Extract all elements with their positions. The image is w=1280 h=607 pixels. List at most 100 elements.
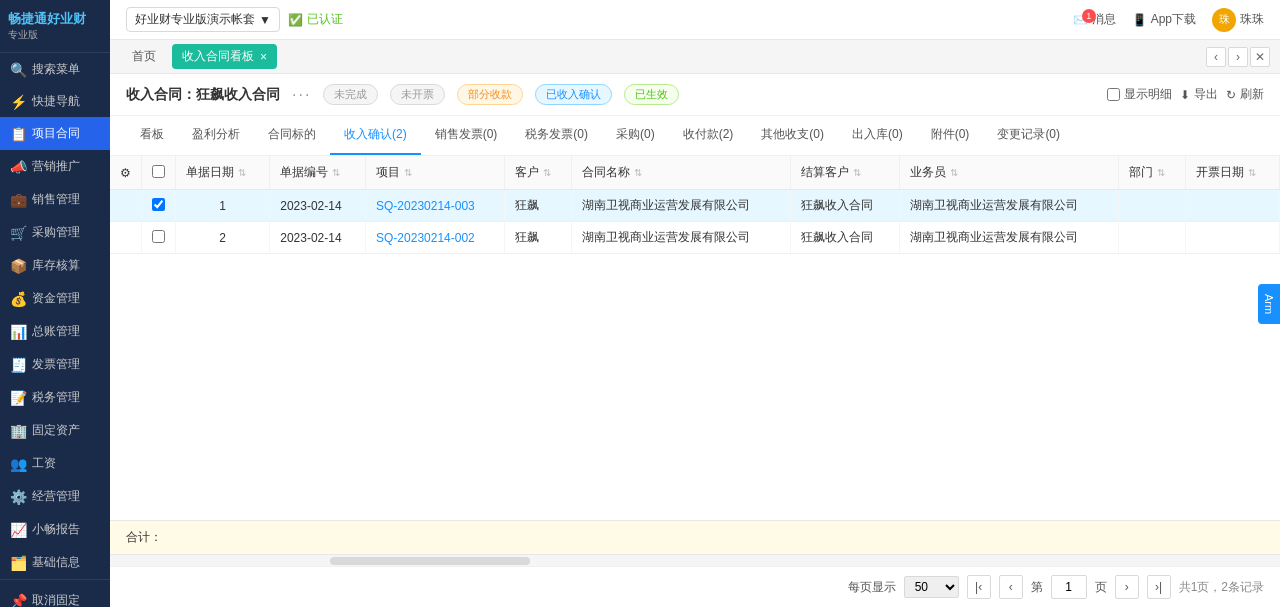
sub-tab-7[interactable]: 收付款(2) (669, 116, 748, 155)
status-partial[interactable]: 部分收款 (457, 84, 523, 105)
show-detail-check[interactable] (1107, 88, 1120, 101)
sidebar-item-inventory[interactable]: 📦 库存核算 (0, 249, 110, 282)
nav-arrow-right[interactable]: › (1228, 47, 1248, 67)
sidebar-item-accounting[interactable]: 📊 总账管理 (0, 315, 110, 348)
status-uninvoiced[interactable]: 未开票 (390, 84, 445, 105)
topbar: 好业财专业版演示帐套 ▼ ✅ 已认证 ✉️ 1 消息 📱 App下载 珠 珠珠 (110, 0, 1280, 40)
sub-tab-8[interactable]: 其他收支(0) (747, 116, 838, 155)
sidebar-item-basic[interactable]: 🗂️ 基础信息 (0, 546, 110, 579)
show-detail-checkbox[interactable]: 显示明细 (1107, 86, 1172, 103)
col-date[interactable]: 单据日期⇅ (176, 156, 270, 190)
sidebar-search[interactable]: 🔍 搜索菜单 (0, 53, 110, 86)
message-action[interactable]: ✉️ 1 消息 (1073, 11, 1116, 28)
row-project: 狂飙 (505, 190, 571, 222)
sidebar-item-reports[interactable]: 📈 小畅报告 (0, 513, 110, 546)
col-dept[interactable]: 部门⇅ (1119, 156, 1185, 190)
pin-label: 取消固定 (32, 592, 80, 607)
row-customer: 湖南卫视商业运营发展有限公司 (571, 190, 791, 222)
nav-arrow-close[interactable]: ✕ (1250, 47, 1270, 67)
sidebar-item-sales[interactable]: 💼 销售管理 (0, 183, 110, 216)
sub-tab-5[interactable]: 税务发票(0) (511, 116, 602, 155)
sub-tab-2[interactable]: 合同标的 (254, 116, 330, 155)
right-float-btn[interactable]: Arm (1258, 283, 1280, 323)
col-invoice-date[interactable]: 开票日期⇅ (1185, 156, 1279, 190)
select-all-checkbox[interactable] (152, 165, 165, 178)
contract-title: 收入合同：狂飙收入合同 (126, 86, 280, 104)
sidebar-bottom-item[interactable]: 📌 取消固定 (0, 586, 110, 607)
table-row[interactable]: 1 2023-02-14 SQ-20230214-003 狂飙 湖南卫视商业运营… (110, 190, 1280, 222)
page-last-btn[interactable]: ›| (1147, 575, 1171, 599)
col-check (142, 156, 176, 190)
row-check[interactable] (152, 230, 165, 243)
status-incomplete[interactable]: 未完成 (323, 84, 378, 105)
tab-home[interactable]: 首页 (120, 42, 168, 71)
sidebar-item-purchase[interactable]: 🛒 采购管理 (0, 216, 110, 249)
page-prev-btn[interactable]: ‹ (999, 575, 1023, 599)
tab-active[interactable]: 收入合同看板 × (172, 44, 277, 69)
tax-icon: 📝 (10, 390, 26, 406)
sidebar-item-tax[interactable]: 📝 税务管理 (0, 381, 110, 414)
row-checkbox[interactable] (142, 222, 176, 254)
sub-tab-11[interactable]: 变更记录(0) (983, 116, 1074, 155)
refresh-btn[interactable]: ↻ 刷新 (1226, 86, 1264, 103)
tax-label: 税务管理 (32, 389, 80, 406)
sidebar-logo: 畅捷通好业财 专业版 (0, 0, 110, 53)
sub-tab-1[interactable]: 盈利分析 (178, 116, 254, 155)
scrollbar-thumb[interactable] (330, 557, 530, 565)
scrollbar-area[interactable] (110, 554, 1280, 566)
status-effective[interactable]: 已生效 (624, 84, 679, 105)
certified-badge: ✅ 已认证 (288, 11, 343, 28)
export-btn[interactable]: ⬇ 导出 (1180, 86, 1218, 103)
invoices-label: 发票管理 (32, 356, 80, 373)
sidebar-item-marketing[interactable]: 📣 营销推广 (0, 150, 110, 183)
col-gear: ⚙ (110, 156, 142, 190)
row-date: 2023-02-14 (270, 222, 366, 254)
status-confirmed[interactable]: 已收入确认 (535, 84, 612, 105)
user-action[interactable]: 珠 珠珠 (1212, 8, 1264, 32)
sub-tab-10[interactable]: 附件(0) (917, 116, 984, 155)
tab-close-icon[interactable]: × (260, 50, 267, 64)
sub-tab-0[interactable]: 看板 (126, 116, 178, 155)
tab-active-label: 收入合同看板 (182, 48, 254, 65)
row-checkbox[interactable] (142, 190, 176, 222)
col-billno[interactable]: 单据编号⇅ (270, 156, 366, 190)
sidebar-item-assets[interactable]: 🏢 固定资产 (0, 414, 110, 447)
per-page-select[interactable]: 50 100 200 (904, 576, 959, 598)
assets-icon: 🏢 (10, 423, 26, 439)
contract-actions: 显示明细 ⬇ 导出 ↻ 刷新 (1107, 86, 1264, 103)
col-settle[interactable]: 结算客户⇅ (791, 156, 899, 190)
sidebar-quick-nav[interactable]: ⚡ 快捷导航 (0, 86, 110, 117)
sort-settle-icon: ⇅ (853, 167, 861, 178)
col-customer[interactable]: 客户⇅ (505, 156, 571, 190)
col-project[interactable]: 项目⇅ (366, 156, 505, 190)
total-label: 合计： (126, 529, 162, 546)
col-salesperson[interactable]: 业务员⇅ (899, 156, 1119, 190)
sub-tab-9[interactable]: 出入库(0) (838, 116, 917, 155)
row-check[interactable] (152, 198, 165, 211)
nav-arrow-left[interactable]: ‹ (1206, 47, 1226, 67)
sub-tab-4[interactable]: 销售发票(0) (421, 116, 512, 155)
sub-tab-3[interactable]: 收入确认(2) (330, 116, 421, 155)
sidebar-item-hr[interactable]: 👥 工资 (0, 447, 110, 480)
row-billno[interactable]: SQ-20230214-002 (366, 222, 505, 254)
row-billno[interactable]: SQ-20230214-003 (366, 190, 505, 222)
export-icon: ⬇ (1180, 88, 1190, 102)
bill-link[interactable]: SQ-20230214-002 (376, 231, 475, 245)
app-download-action[interactable]: 📱 App下载 (1132, 11, 1196, 28)
bill-link[interactable]: SQ-20230214-003 (376, 199, 475, 213)
company-select[interactable]: 好业财专业版演示帐套 ▼ (126, 7, 280, 32)
sidebar-item-invoices[interactable]: 🧾 发票管理 (0, 348, 110, 381)
sub-tab-6[interactable]: 采购(0) (602, 116, 669, 155)
gear-icon[interactable]: ⚙ (120, 166, 131, 180)
page-first-btn[interactable]: |‹ (967, 575, 991, 599)
sidebar-item-management[interactable]: ⚙️ 经营管理 (0, 480, 110, 513)
page-input[interactable] (1051, 575, 1087, 599)
purchase-icon: 🛒 (10, 225, 26, 241)
col-contract[interactable]: 合同名称⇅ (571, 156, 791, 190)
sidebar-item-contracts[interactable]: 📋 项目合同 (0, 117, 110, 150)
page-next-btn[interactable]: › (1115, 575, 1139, 599)
sidebar-item-funds[interactable]: 💰 资金管理 (0, 282, 110, 315)
table-row[interactable]: 2 2023-02-14 SQ-20230214-002 狂飙 湖南卫视商业运营… (110, 222, 1280, 254)
contract-more-btn[interactable]: ··· (292, 86, 311, 104)
topbar-left: 好业财专业版演示帐套 ▼ ✅ 已认证 (126, 7, 343, 32)
